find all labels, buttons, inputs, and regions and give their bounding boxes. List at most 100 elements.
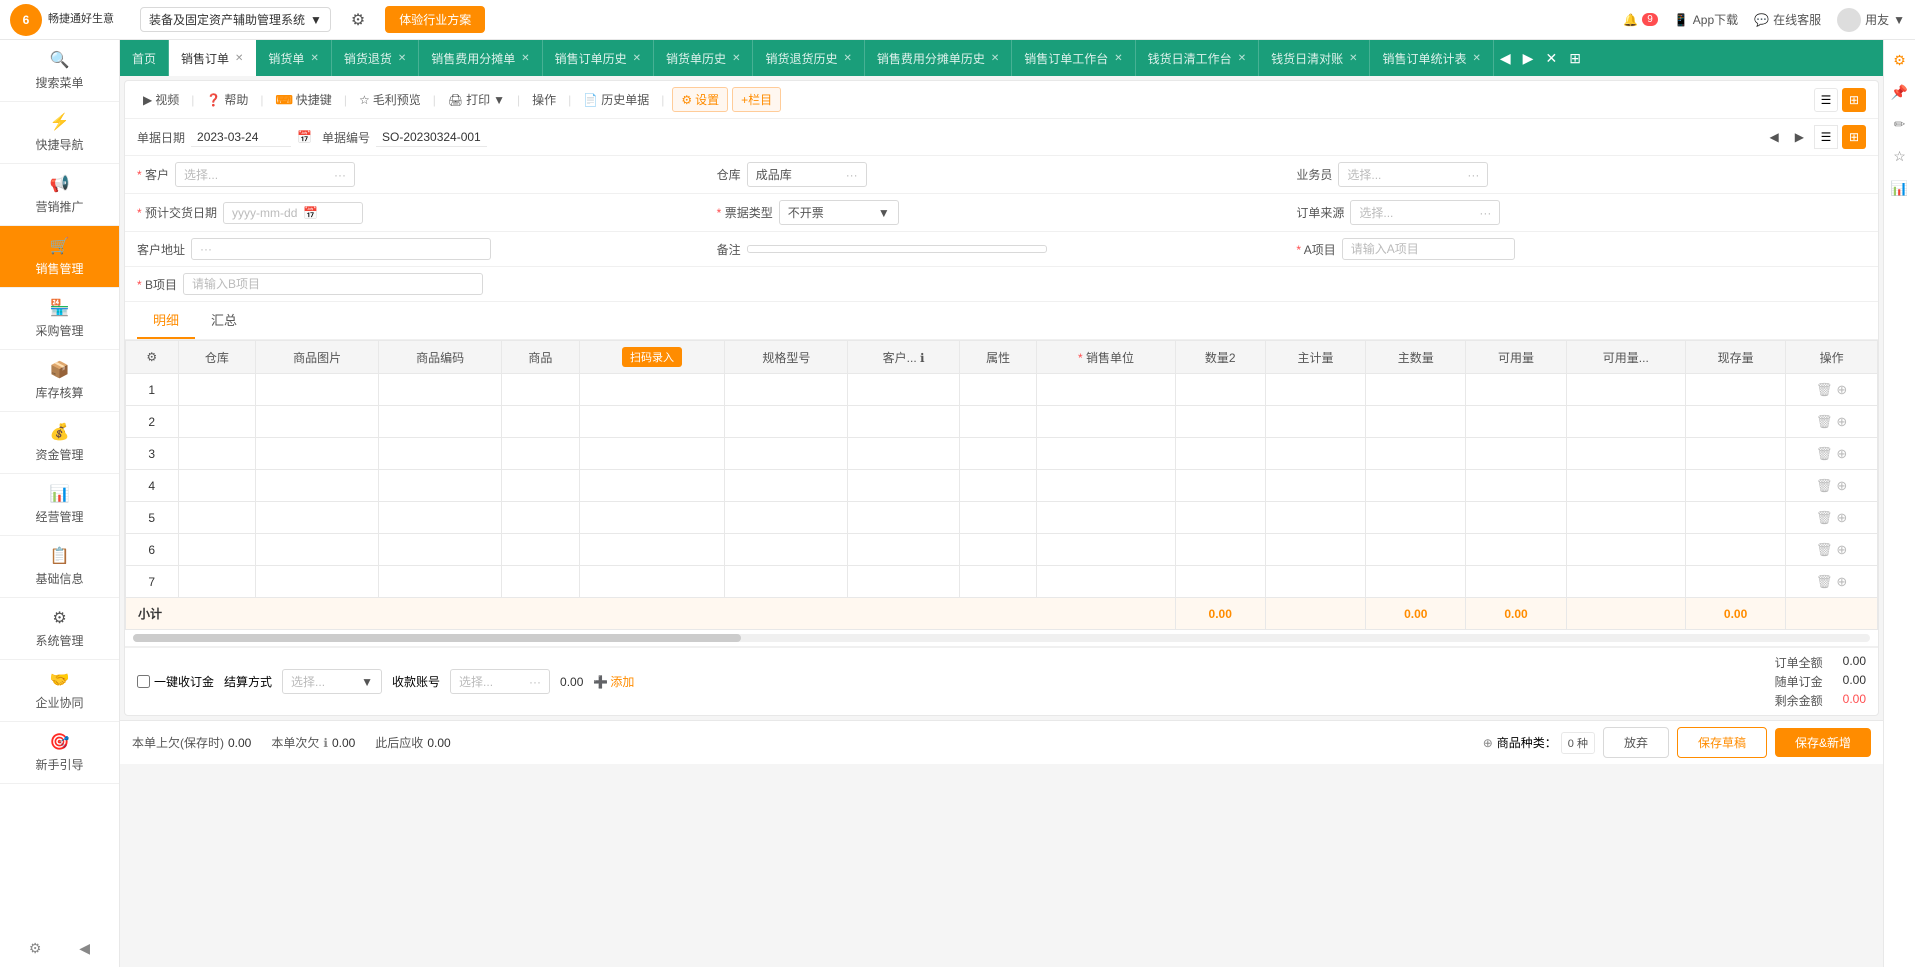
settings-bottom-icon[interactable]: ⚙ [29, 940, 42, 957]
one-click-order-check[interactable]: 一键收订金 [137, 673, 214, 690]
tab-summary[interactable]: 汇总 [195, 302, 253, 339]
notification-bell[interactable]: 🔔 9 [1623, 13, 1658, 27]
profit-btn[interactable]: ☆ 毛利预览 [353, 89, 427, 110]
copy-icon[interactable]: ⊕ [1836, 510, 1847, 526]
save-new-btn[interactable]: 保存&新增 [1775, 728, 1871, 757]
table-scrollbar[interactable] [125, 630, 1878, 647]
delete-icon[interactable]: 🗑 [1816, 574, 1833, 590]
order-source-select[interactable]: 选择... ··· [1350, 200, 1500, 225]
tab-home[interactable]: 首页 [120, 40, 169, 76]
ellipsis-icon[interactable]: ··· [1479, 206, 1491, 220]
delivery-date-input[interactable]: yyyy-mm-dd 📅 [223, 202, 363, 224]
grid-btn[interactable]: ⊞ [1842, 125, 1866, 149]
sidebar-item-enterprise[interactable]: 🤝 企业协同 [0, 660, 119, 722]
sidebar-item-basic-info[interactable]: 📋 基础信息 [0, 536, 119, 598]
customer-select[interactable]: 选择... ··· [175, 162, 355, 187]
add-column-btn[interactable]: +栏目 [732, 87, 781, 112]
scan-input-btn[interactable]: 扫码录入 [622, 347, 682, 367]
settings-icon[interactable]: ⚙ [341, 0, 375, 40]
close-icon[interactable]: ✕ [235, 53, 243, 64]
close-icon[interactable]: ✕ [991, 53, 999, 64]
right-panel-icon-4[interactable]: ☆ [1888, 144, 1912, 168]
tab-invoice-history[interactable]: 销货单历史 ✕ [654, 40, 753, 76]
tab-return-history[interactable]: 销货退货历史 ✕ [753, 40, 864, 76]
sidebar-item-marketing[interactable]: 📢 营销推广 [0, 164, 119, 226]
user-menu[interactable]: 用友 ▼ [1837, 8, 1905, 32]
copy-icon[interactable]: ⊕ [1836, 542, 1847, 558]
help-btn[interactable]: ❓ 帮助 [200, 89, 254, 110]
tab-next-btn[interactable]: ▶ [1517, 50, 1540, 67]
row-attr[interactable] [959, 374, 1037, 406]
close-icon[interactable]: ✕ [310, 53, 318, 64]
add-payment-btn[interactable]: ➕ 添加 [593, 673, 634, 690]
tab-prev-btn[interactable]: ◀ [1494, 50, 1517, 67]
tab-sales-invoice[interactable]: 销货单 ✕ [256, 40, 331, 76]
layout-btn[interactable]: ☰ [1814, 125, 1838, 149]
app-download[interactable]: 📱 App下载 [1674, 11, 1738, 28]
address-select[interactable]: ··· [191, 238, 491, 260]
discard-btn[interactable]: 放弃 [1603, 727, 1669, 758]
row-warehouse[interactable] [178, 374, 256, 406]
copy-icon[interactable]: ⊕ [1836, 414, 1847, 430]
b-project-input[interactable] [183, 273, 483, 295]
row-customer-code[interactable] [848, 374, 959, 406]
copy-icon[interactable]: ⊕ [1836, 478, 1847, 494]
shortcuts-btn[interactable]: ⌨ 快捷键 [269, 89, 337, 110]
close-icon[interactable]: ✕ [732, 53, 740, 64]
save-draft-btn[interactable]: 保存草稿 [1677, 727, 1767, 758]
nav-prev-btn[interactable]: ◀ [1764, 125, 1785, 149]
ellipsis-icon[interactable]: ··· [1467, 168, 1479, 182]
tab-sales-order[interactable]: 销售订单 ✕ [169, 40, 256, 76]
ellipsis-icon[interactable]: ··· [846, 168, 858, 182]
invoice-select[interactable]: 不开票 ▼ [779, 200, 899, 225]
right-panel-icon-3[interactable]: ✏ [1888, 112, 1912, 136]
copy-icon[interactable]: ⊕ [1836, 574, 1847, 590]
ellipsis-icon[interactable]: ··· [200, 242, 212, 256]
close-icon[interactable]: ✕ [1349, 53, 1357, 64]
sidebar-item-search[interactable]: 🔍 搜索菜单 [0, 40, 119, 102]
col-settings[interactable]: ⚙ [126, 341, 179, 374]
delete-icon[interactable]: 🗑 [1816, 542, 1833, 558]
sidebar-item-system[interactable]: ⚙ 系统管理 [0, 598, 119, 660]
nav-next-btn[interactable]: ▶ [1789, 125, 1810, 149]
view-btn[interactable]: ▶ 视频 [137, 89, 185, 110]
calendar-icon[interactable]: 📅 [297, 130, 312, 144]
sidebar-item-operations[interactable]: 📊 经营管理 [0, 474, 119, 536]
row-product[interactable] [502, 374, 580, 406]
sidebar-item-sales[interactable]: 🛒 销售管理 [0, 226, 119, 288]
close-icon[interactable]: ✕ [1473, 53, 1481, 64]
close-icon[interactable]: ✕ [633, 53, 641, 64]
row-main-unit[interactable] [1265, 374, 1365, 406]
tab-sales-expense[interactable]: 销售费用分摊单 ✕ [419, 40, 542, 76]
calendar-icon[interactable]: 📅 [303, 206, 318, 220]
delete-icon[interactable]: 🗑 [1816, 382, 1833, 398]
grid-icon[interactable]: ⊞ [1842, 88, 1866, 112]
tab-more-btn[interactable]: ⊞ [1563, 50, 1587, 67]
row-spec[interactable] [725, 374, 848, 406]
date-value[interactable]: 2023-03-24 [191, 128, 291, 147]
notes-input[interactable] [747, 245, 1047, 253]
delete-icon[interactable]: 🗑 [1816, 478, 1833, 494]
sidebar-item-inventory[interactable]: 📦 库存核算 [0, 350, 119, 412]
tab-order-workbench[interactable]: 销售订单工作台 ✕ [1012, 40, 1135, 76]
one-click-checkbox[interactable] [137, 675, 150, 688]
right-panel-icon-1[interactable]: ⚙ [1888, 48, 1912, 72]
delete-icon[interactable]: 🗑 [1816, 510, 1833, 526]
tab-close-all-btn[interactable]: ✕ [1539, 50, 1563, 67]
tab-stats[interactable]: 销售订单统计表 ✕ [1370, 40, 1493, 76]
online-support[interactable]: 💬 在线客服 [1754, 11, 1821, 28]
ellipsis-icon[interactable]: ··· [529, 675, 541, 689]
sidebar-item-purchase[interactable]: 🏪 采购管理 [0, 288, 119, 350]
right-panel-icon-2[interactable]: 📌 [1888, 80, 1912, 104]
sidebar-item-navigation[interactable]: ⚡ 快捷导航 [0, 102, 119, 164]
delete-icon[interactable]: 🗑 [1816, 446, 1833, 462]
history-btn[interactable]: 📄 历史单据 [577, 89, 655, 110]
copy-icon[interactable]: ⊕ [1836, 446, 1847, 462]
tab-daily-reconcile[interactable]: 钱货日清对账 ✕ [1259, 40, 1370, 76]
tab-sales-return[interactable]: 销货退货 ✕ [332, 40, 419, 76]
warehouse-select[interactable]: 成品库 ··· [747, 162, 867, 187]
goods-count-icon[interactable]: ⊕ [1483, 736, 1493, 750]
close-icon[interactable]: ✕ [1238, 53, 1246, 64]
sidebar-item-guide[interactable]: 🎯 新手引导 [0, 722, 119, 784]
tab-sales-order-history[interactable]: 销售订单历史 ✕ [543, 40, 654, 76]
